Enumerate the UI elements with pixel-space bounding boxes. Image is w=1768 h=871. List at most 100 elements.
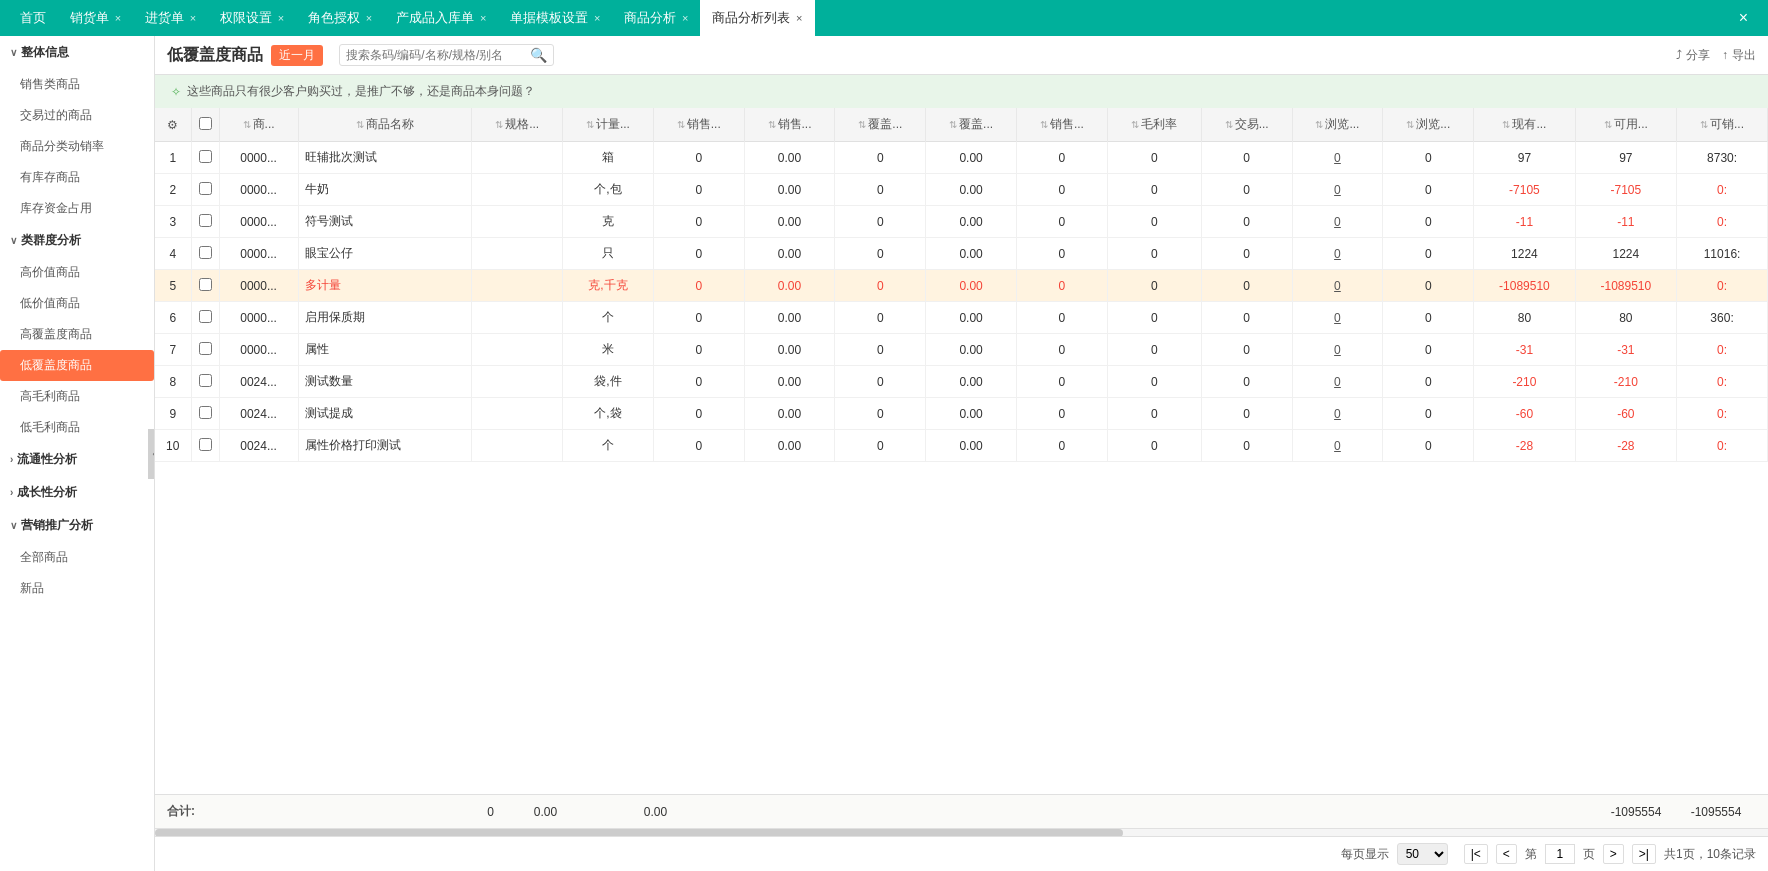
sidebar-item-stock-goods[interactable]: 有库存商品 bbox=[0, 162, 154, 193]
view1-link[interactable]: 0 bbox=[1334, 247, 1341, 261]
nav-purchase[interactable]: 进货单 × bbox=[133, 0, 208, 36]
sidebar-item-low-profit[interactable]: 低毛利商品 bbox=[0, 412, 154, 443]
view1-link[interactable]: 0 bbox=[1334, 151, 1341, 165]
cell-view1[interactable]: 0 bbox=[1292, 206, 1383, 238]
col-stock1[interactable]: ⇅现有... bbox=[1474, 108, 1575, 142]
view1-link[interactable]: 0 bbox=[1334, 439, 1341, 453]
cell-view1[interactable]: 0 bbox=[1292, 366, 1383, 398]
nav-goods-analysis-list[interactable]: 商品分析列表 × bbox=[700, 0, 814, 36]
sidebar-item-stock-capital[interactable]: 库存资金占用 bbox=[0, 193, 154, 224]
row-checkbox[interactable] bbox=[199, 310, 212, 323]
next-page-button[interactable]: > bbox=[1603, 844, 1624, 864]
cell-view1[interactable]: 0 bbox=[1292, 302, 1383, 334]
col-stock3[interactable]: ⇅可销... bbox=[1677, 108, 1768, 142]
horizontal-scrollbar[interactable] bbox=[155, 828, 1768, 836]
cell-view1[interactable]: 0 bbox=[1292, 174, 1383, 206]
sidebar-item-low-coverage[interactable]: 低覆盖度商品 bbox=[0, 350, 154, 381]
settings-icon[interactable]: ⚙ bbox=[167, 118, 178, 132]
cell-view1[interactable]: 0 bbox=[1292, 238, 1383, 270]
nav-goods-analysis-list-close[interactable]: × bbox=[796, 12, 802, 24]
nav-goods-analysis-close[interactable]: × bbox=[682, 12, 688, 24]
sidebar-item-all-goods[interactable]: 全部商品 bbox=[0, 542, 154, 573]
col-sales1[interactable]: ⇅销售... bbox=[653, 108, 744, 142]
nav-home[interactable]: 首页 bbox=[8, 0, 58, 36]
share-button[interactable]: ⤴ 分享 bbox=[1676, 47, 1710, 64]
view1-link[interactable]: 0 bbox=[1334, 343, 1341, 357]
col-unit[interactable]: ⇅计量... bbox=[563, 108, 654, 142]
sidebar-item-sales-goods[interactable]: 销售类商品 bbox=[0, 69, 154, 100]
col-name[interactable]: ⇅商品名称 bbox=[298, 108, 472, 142]
window-close-button[interactable]: × bbox=[1727, 0, 1760, 36]
col-code[interactable]: ⇅商... bbox=[219, 108, 298, 142]
search-icon[interactable]: 🔍 bbox=[530, 47, 547, 63]
page-number-input[interactable] bbox=[1545, 844, 1575, 864]
cell-view1[interactable]: 0 bbox=[1292, 334, 1383, 366]
nav-template[interactable]: 单据模板设置 × bbox=[498, 0, 612, 36]
row-checkbox[interactable] bbox=[199, 406, 212, 419]
prev-page-button[interactable]: < bbox=[1496, 844, 1517, 864]
sidebar-collapse-button[interactable]: « bbox=[148, 429, 155, 479]
nav-permission[interactable]: 权限设置 × bbox=[208, 0, 296, 36]
nav-template-close[interactable]: × bbox=[594, 12, 600, 24]
row-checkbox[interactable] bbox=[199, 278, 212, 291]
table-wrapper[interactable]: ⚙ ⇅商... ⇅商品名称 ⇅规格... ⇅计量... ⇅销售... ⇅销售..… bbox=[155, 108, 1768, 794]
sidebar-section-overall[interactable]: ∨ 整体信息 bbox=[0, 36, 154, 69]
view1-link[interactable]: 0 bbox=[1334, 375, 1341, 389]
nav-goods-analysis[interactable]: 商品分析 × bbox=[612, 0, 700, 36]
col-stock2[interactable]: ⇅可用... bbox=[1575, 108, 1676, 142]
nav-product-storage[interactable]: 产成品入库单 × bbox=[384, 0, 498, 36]
row-checkbox[interactable] bbox=[199, 342, 212, 355]
search-input[interactable] bbox=[346, 48, 526, 62]
cell-checkbox bbox=[191, 334, 219, 366]
sidebar-item-traded-goods[interactable]: 交易过的商品 bbox=[0, 100, 154, 131]
nav-product-storage-close[interactable]: × bbox=[480, 12, 486, 24]
view1-link[interactable]: 0 bbox=[1334, 279, 1341, 293]
row-checkbox[interactable] bbox=[199, 438, 212, 451]
col-sales2[interactable]: ⇅销售... bbox=[744, 108, 835, 142]
view1-link[interactable]: 0 bbox=[1334, 215, 1341, 229]
sidebar-section-growth-analysis[interactable]: › 成长性分析 bbox=[0, 476, 154, 509]
sidebar-section-flow-analysis[interactable]: › 流通性分析 bbox=[0, 443, 154, 476]
cell-view1[interactable]: 0 bbox=[1292, 398, 1383, 430]
row-checkbox[interactable] bbox=[199, 246, 212, 259]
select-all-checkbox[interactable] bbox=[199, 117, 212, 130]
nav-sales-close[interactable]: × bbox=[115, 12, 121, 24]
row-checkbox[interactable] bbox=[199, 374, 212, 387]
first-page-button[interactable]: |< bbox=[1464, 844, 1488, 864]
col-spec[interactable]: ⇅规格... bbox=[472, 108, 563, 142]
view1-link[interactable]: 0 bbox=[1334, 311, 1341, 325]
page-size-select[interactable]: 50 100 200 bbox=[1397, 843, 1448, 865]
sidebar-item-high-value[interactable]: 高价值商品 bbox=[0, 257, 154, 288]
col-cover2[interactable]: ⇅覆盖... bbox=[926, 108, 1017, 142]
period-button[interactable]: 近一月 bbox=[271, 45, 323, 66]
last-page-button[interactable]: >| bbox=[1632, 844, 1656, 864]
sidebar-item-high-profit[interactable]: 高毛利商品 bbox=[0, 381, 154, 412]
col-margin[interactable]: ⇅毛利率 bbox=[1107, 108, 1201, 142]
sidebar-item-new-goods[interactable]: 新品 bbox=[0, 573, 154, 604]
col-trade[interactable]: ⇅交易... bbox=[1201, 108, 1292, 142]
col-view2[interactable]: ⇅浏览... bbox=[1383, 108, 1474, 142]
col-cover1[interactable]: ⇅覆盖... bbox=[835, 108, 926, 142]
row-checkbox[interactable] bbox=[199, 150, 212, 163]
sidebar-section-marketing-analysis[interactable]: ∨ 营销推广分析 bbox=[0, 509, 154, 542]
export-button[interactable]: ↑ 导出 bbox=[1722, 47, 1756, 64]
cell-view1[interactable]: 0 bbox=[1292, 270, 1383, 302]
col-view1[interactable]: ⇅浏览... bbox=[1292, 108, 1383, 142]
col-sales3[interactable]: ⇅销售... bbox=[1017, 108, 1108, 142]
nav-role-close[interactable]: × bbox=[366, 12, 372, 24]
nav-sales[interactable]: 销货单 × bbox=[58, 0, 133, 36]
view1-link[interactable]: 0 bbox=[1334, 407, 1341, 421]
cell-view1[interactable]: 0 bbox=[1292, 142, 1383, 174]
sidebar-item-high-coverage[interactable]: 高覆盖度商品 bbox=[0, 319, 154, 350]
row-checkbox[interactable] bbox=[199, 182, 212, 195]
cell-view1[interactable]: 0 bbox=[1292, 430, 1383, 462]
col-settings[interactable]: ⚙ bbox=[155, 108, 191, 142]
sidebar-section-category-analysis[interactable]: ∨ 类群度分析 bbox=[0, 224, 154, 257]
sidebar-item-category-rate[interactable]: 商品分类动销率 bbox=[0, 131, 154, 162]
nav-purchase-close[interactable]: × bbox=[190, 12, 196, 24]
sidebar-item-low-value[interactable]: 低价值商品 bbox=[0, 288, 154, 319]
view1-link[interactable]: 0 bbox=[1334, 183, 1341, 197]
row-checkbox[interactable] bbox=[199, 214, 212, 227]
nav-role[interactable]: 角色授权 × bbox=[296, 0, 384, 36]
nav-permission-close[interactable]: × bbox=[278, 12, 284, 24]
